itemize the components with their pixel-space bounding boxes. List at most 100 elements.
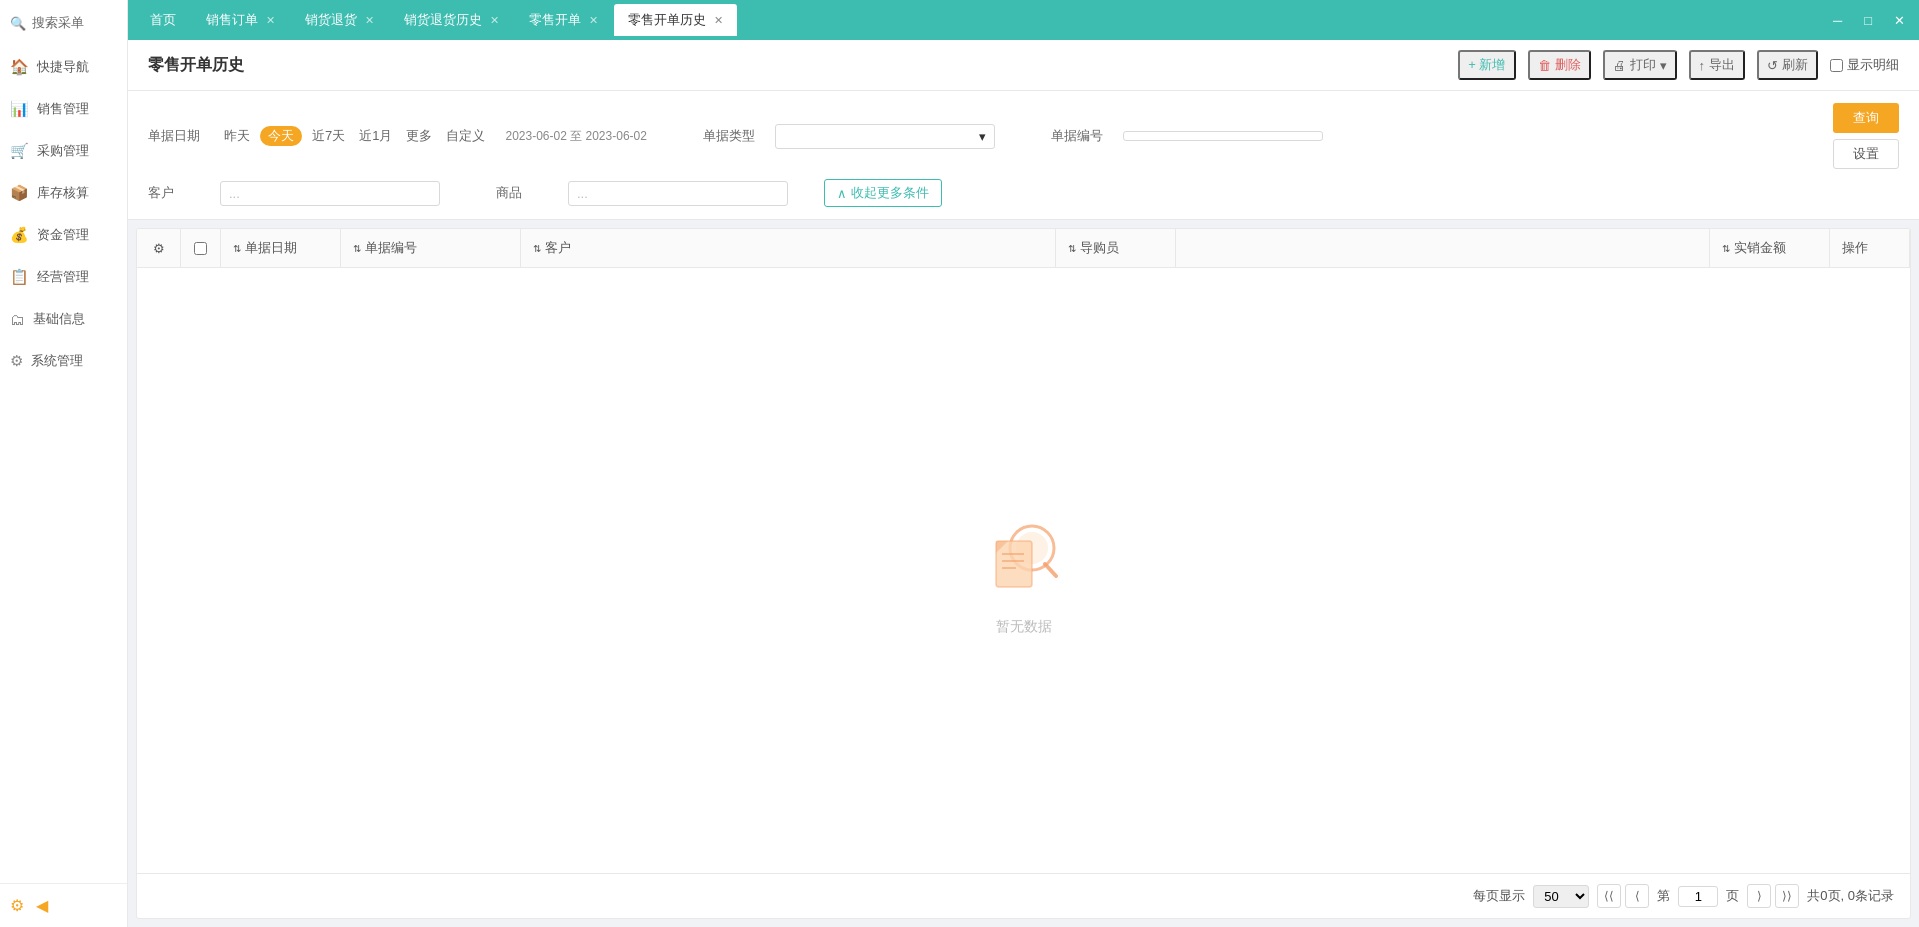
delete-button[interactable]: 🗑 删除 bbox=[1528, 50, 1591, 80]
goods-filter-label: 商品 bbox=[496, 184, 552, 202]
tab-retail-open-label: 零售开单 bbox=[529, 11, 581, 29]
type-filter-label: 单据类型 bbox=[703, 127, 759, 145]
page-label-before: 第 bbox=[1657, 887, 1670, 905]
tab-retail-open-history-close[interactable]: ✕ bbox=[714, 14, 723, 27]
export-button[interactable]: ↑ 导出 bbox=[1689, 50, 1746, 80]
export-label: 导出 bbox=[1709, 56, 1735, 74]
sidebar-item-label: 资金管理 bbox=[37, 226, 89, 244]
window-controls: ─ □ ✕ bbox=[1827, 13, 1911, 28]
select-all-checkbox[interactable] bbox=[194, 242, 207, 255]
date-today[interactable]: 今天 bbox=[260, 126, 302, 146]
type-filter-dropdown-icon: ▾ bbox=[979, 129, 986, 144]
tab-sales-return-history-close[interactable]: ✕ bbox=[490, 14, 499, 27]
query-button[interactable]: 查询 bbox=[1833, 103, 1899, 133]
setting-button[interactable]: 设置 bbox=[1833, 139, 1899, 169]
maximize-button[interactable]: □ bbox=[1858, 13, 1878, 28]
print-label: 打印 bbox=[1630, 56, 1656, 74]
page-prev-button[interactable]: ⟨ bbox=[1625, 884, 1649, 908]
goods-filter-input[interactable]: ... bbox=[568, 181, 788, 206]
print-button[interactable]: 🖨 打印 ▾ bbox=[1603, 50, 1677, 80]
clipboard-icon: 📋 bbox=[10, 268, 29, 286]
chart-icon: 📊 bbox=[10, 100, 29, 118]
tab-sales-return-history-label: 销货退货历史 bbox=[404, 11, 482, 29]
pagination: 每页显示 50 100 200 ⟨⟨ ⟨ 第 页 ⟩ ⟩⟩ 共0页, 0条记录 bbox=[137, 873, 1910, 918]
minimize-button[interactable]: ─ bbox=[1827, 13, 1848, 28]
collapse-filter-button[interactable]: ∧ 收起更多条件 bbox=[824, 179, 942, 207]
th-checkbox[interactable] bbox=[181, 229, 221, 267]
th-amount-label: 实销金额 bbox=[1734, 239, 1786, 257]
th-guide[interactable]: ⇅ 导购员 bbox=[1056, 229, 1176, 267]
sidebar-item-label: 经营管理 bbox=[37, 268, 89, 286]
sort-icon-customer: ⇅ bbox=[533, 243, 541, 254]
tab-sales-return[interactable]: 销货退货 ✕ bbox=[291, 4, 388, 36]
customer-filter-label: 客户 bbox=[148, 184, 204, 202]
page-last-button[interactable]: ⟩⟩ bbox=[1775, 884, 1799, 908]
th-number[interactable]: ⇅ 单据编号 bbox=[341, 229, 521, 267]
sidebar-item-operations[interactable]: 📋 经营管理 bbox=[0, 256, 127, 298]
sidebar-item-purchase-mgmt[interactable]: 🛒 采购管理 bbox=[0, 130, 127, 172]
date-custom[interactable]: 自定义 bbox=[442, 125, 489, 147]
close-button[interactable]: ✕ bbox=[1888, 13, 1911, 28]
tab-home[interactable]: 首页 bbox=[136, 4, 190, 36]
sidebar-item-inventory[interactable]: 📦 库存核算 bbox=[0, 172, 127, 214]
tab-sales-order-close[interactable]: ✕ bbox=[266, 14, 275, 27]
empty-state: 暂无数据 bbox=[137, 268, 1910, 873]
sidebar-item-quick-nav[interactable]: 🏠 快捷导航 bbox=[0, 46, 127, 88]
date-1month[interactable]: 近1月 bbox=[355, 125, 396, 147]
refresh-icon: ↺ bbox=[1767, 58, 1778, 73]
th-spacer bbox=[1176, 229, 1711, 267]
tab-retail-open-history[interactable]: 零售开单历史 ✕ bbox=[614, 4, 737, 36]
sort-icon-guide: ⇅ bbox=[1068, 243, 1076, 254]
collapse-sidebar-icon[interactable]: ◀ bbox=[36, 896, 48, 915]
type-filter-select[interactable]: ▾ bbox=[775, 124, 995, 149]
search-icon: 🔍 bbox=[10, 16, 26, 31]
sidebar: 🔍 搜索采单 🏠 快捷导航 📊 销售管理 🛒 采购管理 📦 库存核算 💰 资金管… bbox=[0, 0, 128, 927]
th-amount[interactable]: ⇅ 实销金额 bbox=[1710, 229, 1830, 267]
show-details-checkbox-container[interactable]: 显示明细 bbox=[1830, 56, 1899, 74]
search-menu-item[interactable]: 🔍 搜索采单 bbox=[0, 0, 127, 46]
date-yesterday[interactable]: 昨天 bbox=[220, 125, 254, 147]
tab-sales-order[interactable]: 销售订单 ✕ bbox=[192, 4, 289, 36]
page-first-button[interactable]: ⟨⟨ bbox=[1597, 884, 1621, 908]
gear-icon: ⚙ bbox=[10, 352, 23, 370]
show-details-checkbox[interactable] bbox=[1830, 59, 1843, 72]
total-text: 共0页, 0条记录 bbox=[1807, 887, 1894, 905]
date-7days[interactable]: 近7天 bbox=[308, 125, 349, 147]
home-icon: 🏠 bbox=[10, 58, 29, 76]
tab-sales-return-history[interactable]: 销货退货历史 ✕ bbox=[390, 4, 513, 36]
show-details-label: 显示明细 bbox=[1847, 56, 1899, 74]
cart-icon: 🛒 bbox=[10, 142, 29, 160]
sidebar-item-sys-mgmt[interactable]: ⚙ 系统管理 bbox=[0, 340, 127, 382]
svg-line-2 bbox=[1045, 564, 1056, 576]
page-number-input[interactable] bbox=[1678, 886, 1718, 907]
th-number-label: 单据编号 bbox=[365, 239, 417, 257]
per-page-select[interactable]: 50 100 200 bbox=[1533, 885, 1589, 908]
add-button[interactable]: + 新增 bbox=[1458, 50, 1515, 80]
sort-icon-date: ⇅ bbox=[233, 243, 241, 254]
customer-filter-input[interactable]: ... bbox=[220, 181, 440, 206]
tab-retail-open-close[interactable]: ✕ bbox=[589, 14, 598, 27]
refresh-button[interactable]: ↺ 刷新 bbox=[1757, 50, 1818, 80]
delete-label: 删除 bbox=[1555, 56, 1581, 74]
date-more[interactable]: 更多 bbox=[402, 125, 436, 147]
tab-retail-open[interactable]: 零售开单 ✕ bbox=[515, 4, 612, 36]
sidebar-item-finance[interactable]: 💰 资金管理 bbox=[0, 214, 127, 256]
th-date[interactable]: ⇅ 单据日期 bbox=[221, 229, 341, 267]
page-title: 零售开单历史 bbox=[148, 55, 244, 76]
tab-sales-return-close[interactable]: ✕ bbox=[365, 14, 374, 27]
box-icon: 📦 bbox=[10, 184, 29, 202]
content-area: 零售开单历史 + 新增 🗑 删除 🖨 打印 ▾ ↑ 导出 ↺ bbox=[128, 40, 1919, 927]
number-filter-label: 单据编号 bbox=[1051, 127, 1107, 145]
filter-actions: 查询 设置 bbox=[1833, 103, 1899, 169]
th-settings[interactable]: ⚙ bbox=[137, 229, 181, 267]
sidebar-item-sales-mgmt[interactable]: 📊 销售管理 bbox=[0, 88, 127, 130]
th-customer[interactable]: ⇅ 客户 bbox=[521, 229, 1056, 267]
th-date-label: 单据日期 bbox=[245, 239, 297, 257]
settings-bottom-icon[interactable]: ⚙ bbox=[10, 896, 24, 915]
number-filter-input[interactable] bbox=[1123, 131, 1323, 141]
sidebar-item-label: 系统管理 bbox=[31, 352, 83, 370]
tab-sales-order-label: 销售订单 bbox=[206, 11, 258, 29]
page-next-button[interactable]: ⟩ bbox=[1747, 884, 1771, 908]
goods-ellipsis: ... bbox=[577, 186, 588, 201]
sidebar-item-basic-info[interactable]: 🗂 基础信息 bbox=[0, 298, 127, 340]
